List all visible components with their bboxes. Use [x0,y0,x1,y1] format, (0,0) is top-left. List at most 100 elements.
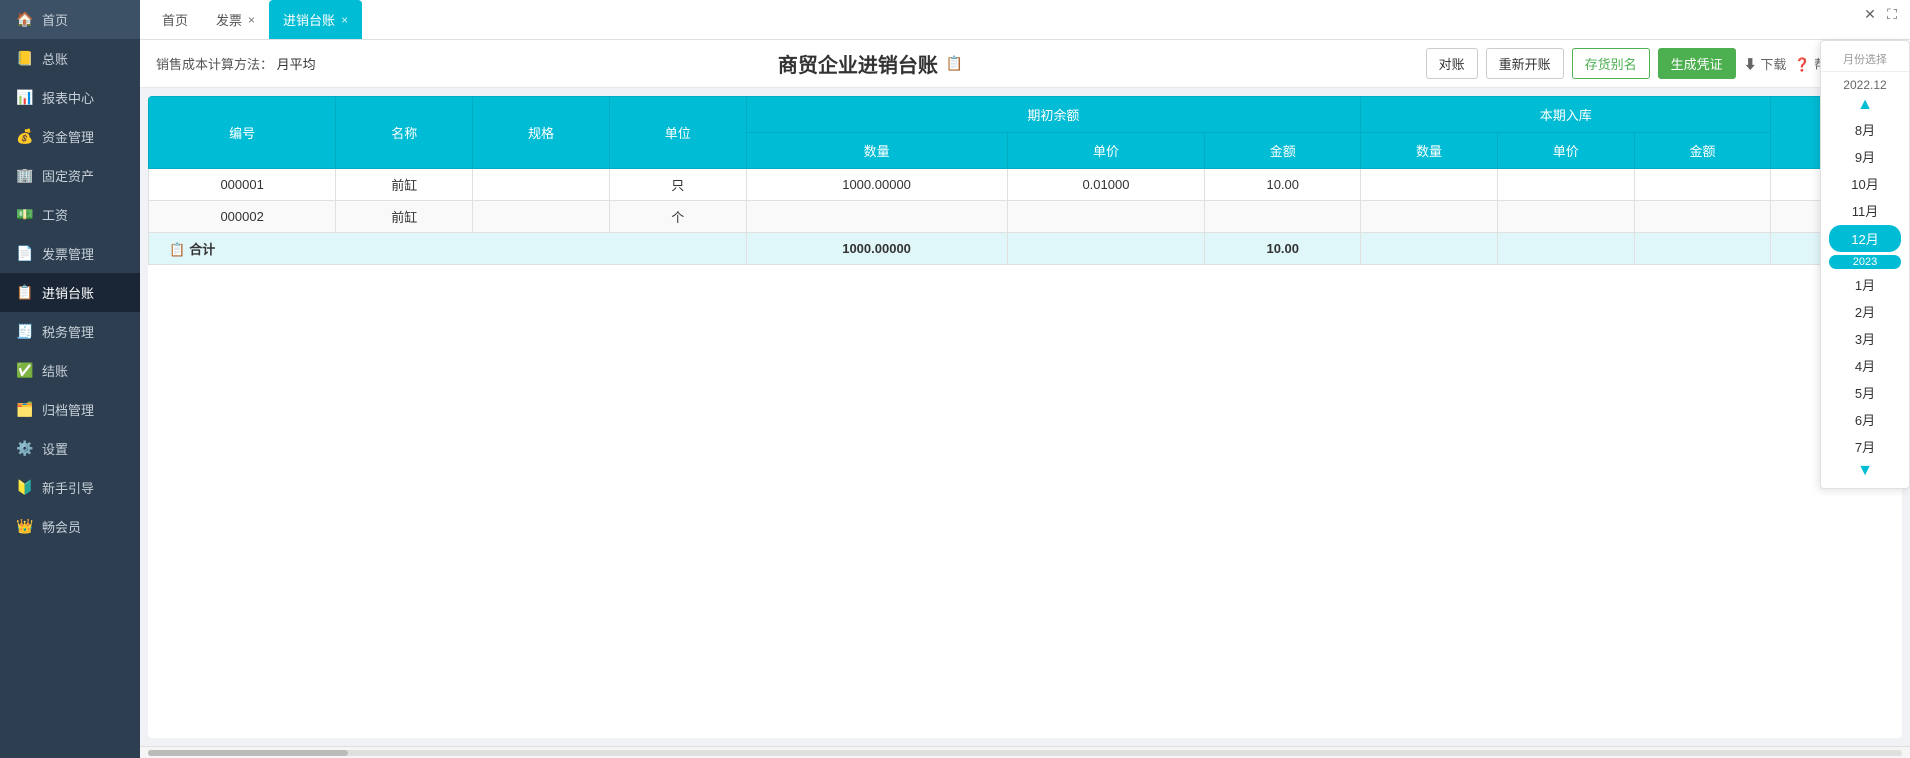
sidebar-label-home: 首页 [42,10,68,29]
table-row: 000002 前缸 个 [149,201,1902,233]
month-item-7月[interactable]: 7月 [1821,433,1909,460]
month-item-3月[interactable]: 3月 [1821,325,1909,352]
page-title: 商贸企业进销台账 [778,49,938,78]
col-group-initial: 期初余额 [746,97,1361,133]
sidebar-item-inventory[interactable]: 📋进销台账 [0,273,140,312]
vip-icon: 👑 [16,518,34,535]
month-item-9月[interactable]: 9月 [1821,143,1909,170]
download-button[interactable]: ⬇ 下载 [1744,54,1787,73]
close-window-button[interactable]: ✕ [1862,6,1878,22]
sidebar-item-ledger[interactable]: 📒 总账 [0,39,140,78]
sidebar-label-tax: 税务管理 [42,322,94,341]
sidebar-label-asset: 固定资产 [42,166,94,185]
content-area: 销售成本计算方法： 月平均 商贸企业进销台账 📋 对账 重新开账 存货别名 生成… [140,40,1910,758]
scrollbar[interactable] [140,746,1910,758]
sidebar-label-settings: 设置 [42,439,68,458]
total-in-qty [1361,233,1498,265]
scrollbar-thumb[interactable] [148,750,348,756]
month-item-active[interactable]: 12月 [1829,225,1901,252]
cell-in-qty [1361,169,1498,201]
cell-spec [473,169,610,201]
inventory-table: 编号 名称 规格 单位 期初余额 本期入库 数... 数量 单价 金额 数量 单… [148,96,1902,265]
cell-init-qty [746,201,1007,233]
cell-unit: 只 [609,169,746,201]
cell-init-price [1007,201,1205,233]
month-nav-up[interactable]: ▲ [1821,94,1909,116]
col-init-qty: 数量 [746,133,1007,169]
cell-init-price: 0.01000 [1007,169,1205,201]
sidebar-label-settle: 结账 [42,361,68,380]
month-item-1月[interactable]: 1月 [1821,271,1909,298]
report-icon: 📊 [16,89,34,106]
invoice-icon: 📄 [16,245,34,262]
month-item-4月[interactable]: 4月 [1821,352,1909,379]
tab-label-home-tab: 首页 [162,10,188,29]
sidebar-item-invoice[interactable]: 📄 发票管理 [0,234,140,273]
month-item-11月[interactable]: 11月 [1821,197,1909,224]
doc-icon: 📋 [946,55,963,72]
sub-header: 销售成本计算方法： 月平均 商贸企业进销台账 📋 对账 重新开账 存货别名 生成… [140,40,1910,88]
sidebar-item-vip[interactable]: 👑畅会员 [0,507,140,546]
cell-in-amount [1634,201,1771,233]
sidebar-item-settle[interactable]: ✅结账 [0,351,140,390]
save-alias-button[interactable]: 存货别名 [1572,48,1650,79]
reopen-button[interactable]: 重新开账 [1486,48,1564,79]
tab-close-invoice-tab[interactable]: × [248,13,255,27]
ledger-icon: 📒 [16,50,34,67]
total-init-qty: 1000.00000 [746,233,1007,265]
col-in-price: 单价 [1497,133,1634,169]
total-label: 📋合计 [149,233,747,265]
cell-init-qty: 1000.00000 [746,169,1007,201]
month-item-2月[interactable]: 2月 [1821,298,1909,325]
maximize-window-button[interactable]: ⛶ [1884,6,1900,22]
sidebar-item-asset[interactable]: 🏢 固定资产 [0,156,140,195]
sidebar-item-home[interactable]: 🏠 首页 [0,0,140,39]
total-in-amount [1634,233,1771,265]
total-row: 📋合计 1000.00000 10.00 [149,233,1902,265]
tax-icon: 🧾 [16,323,34,340]
cost-method-label: 销售成本计算方法： [156,57,273,72]
col-init-price: 单价 [1007,133,1205,169]
month-item-6月[interactable]: 6月 [1821,406,1909,433]
tab-close-inventory-tab[interactable]: × [341,13,348,27]
cell-spec [473,201,610,233]
sidebar-label-fund: 资金管理 [42,127,94,146]
table-header-main: 编号 名称 规格 单位 期初余额 本期入库 数... [149,97,1902,133]
sidebar-item-salary[interactable]: 💵工资 [0,195,140,234]
col-init-amount: 金额 [1205,133,1361,169]
sidebar-label-salary: 工资 [42,205,68,224]
archive-icon: 🗂️ [16,401,34,418]
generate-voucher-button[interactable]: 生成凭证 [1658,48,1736,79]
sidebar-item-report[interactable]: 📊报表中心 [0,78,140,117]
tab-invoice-tab[interactable]: 发票 × [202,0,269,39]
cell-init-amount [1205,201,1361,233]
tab-label-invoice-tab: 发票 [216,10,242,29]
month-item-10月[interactable]: 10月 [1821,170,1909,197]
fund-icon: 💰 [16,128,34,145]
asset-icon: 🏢 [16,167,34,184]
sidebar-item-archive[interactable]: 🗂️ 归档管理 [0,390,140,429]
guide-icon: 🔰 [16,479,34,496]
sidebar-item-settings[interactable]: ⚙️设置 [0,429,140,468]
tab-label-inventory-tab: 进销台账 [283,10,335,29]
year-2022[interactable]: 2022.12 [1821,76,1909,94]
tab-home-tab[interactable]: 首页 [148,0,202,39]
sidebar-item-tax[interactable]: 🧾 税务管理 [0,312,140,351]
sidebar-item-guide[interactable]: 🔰新手引导 [0,468,140,507]
col-in-amount: 金额 [1634,133,1771,169]
cell-in-qty [1361,201,1498,233]
sidebar-label-archive: 归档管理 [42,400,94,419]
total-init-amount: 10.00 [1205,233,1361,265]
month-item-5月[interactable]: 5月 [1821,379,1909,406]
month-nav-down[interactable]: ▼ [1821,460,1909,482]
col-spec: 规格 [473,97,610,169]
month-item-8月[interactable]: 8月 [1821,116,1909,143]
total-in-price [1497,233,1634,265]
sidebar-label-invoice: 发票管理 [42,244,94,263]
home-icon: 🏠 [16,11,34,28]
sidebar-item-fund[interactable]: 💰 资金管理 [0,117,140,156]
duizhang-button[interactable]: 对账 [1426,48,1478,79]
sidebar-label-ledger: 总账 [42,49,68,68]
cost-method: 销售成本计算方法： 月平均 [156,54,316,73]
tab-inventory-tab[interactable]: 进销台账 × [269,0,362,39]
